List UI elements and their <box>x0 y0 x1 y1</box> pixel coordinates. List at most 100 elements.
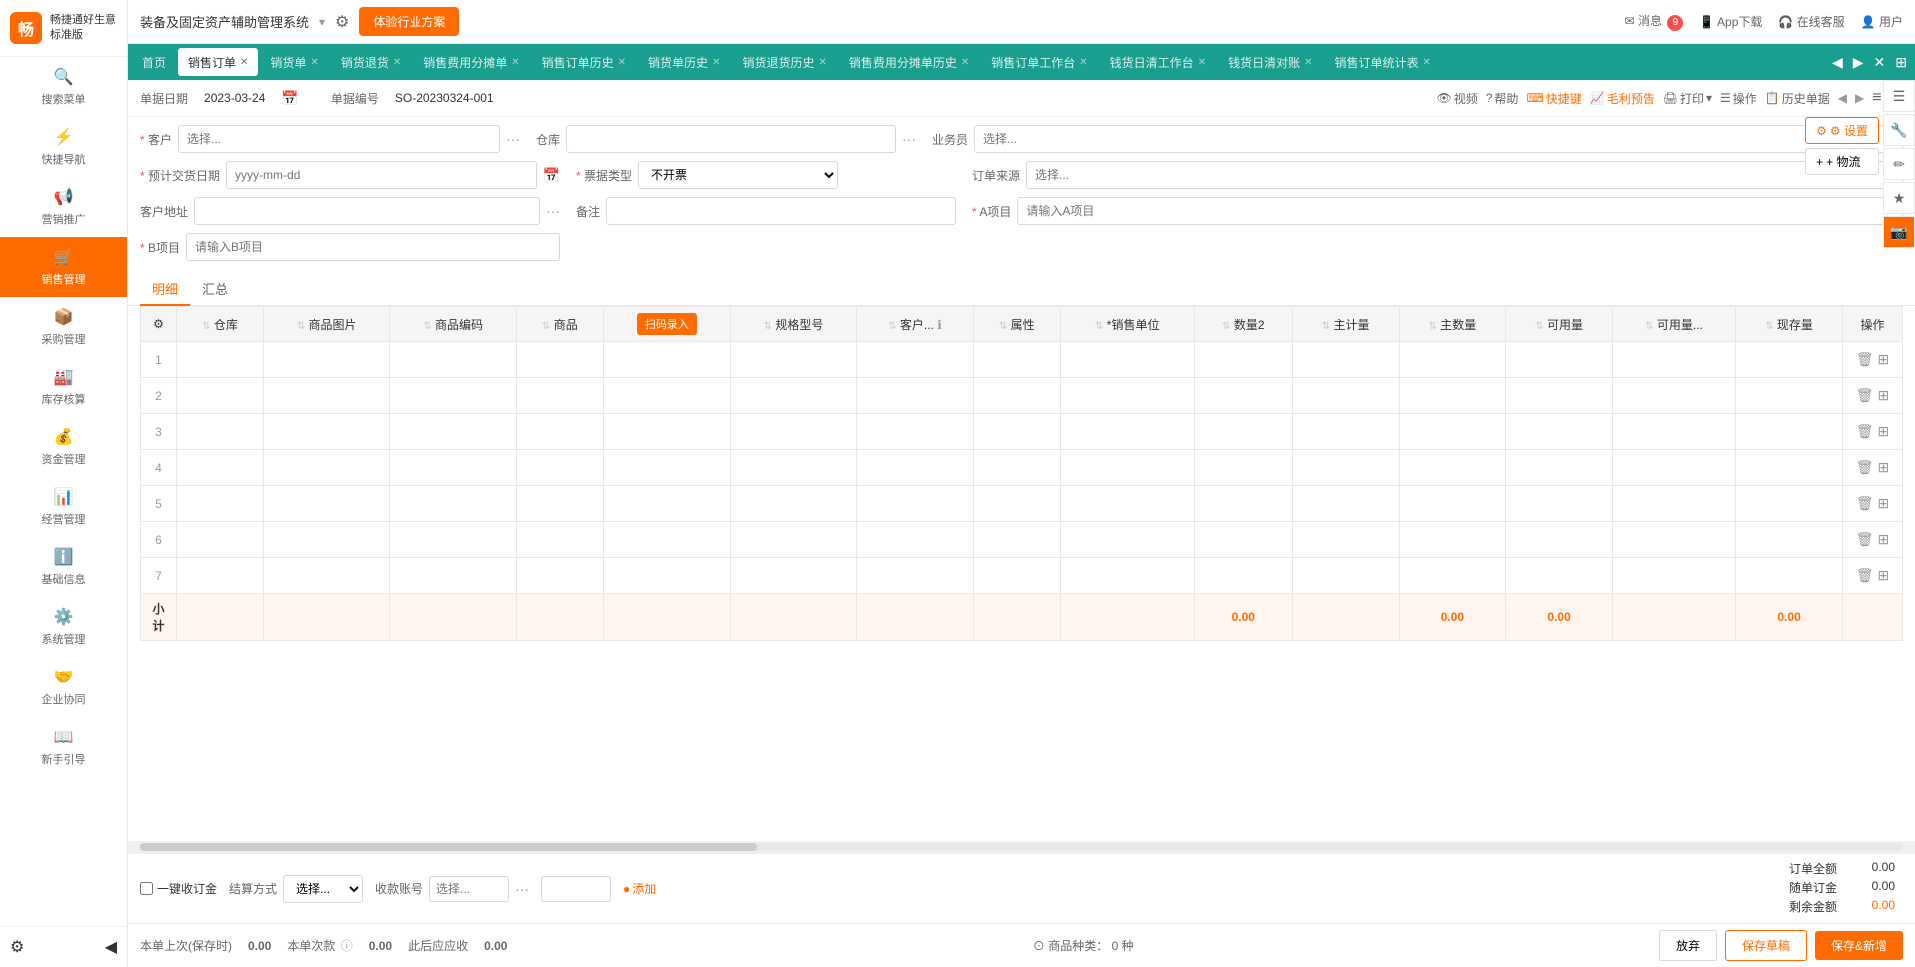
invoice-select[interactable]: 不开票 增值税发票 <box>638 161 838 189</box>
tab-goods-history[interactable]: 销货单历史 ✕ <box>638 48 730 76</box>
row-6-main-unit[interactable] <box>1292 522 1399 558</box>
tab-daily-reconcile[interactable]: 钱货日清对账 ✕ <box>1218 48 1322 76</box>
row-1-attr[interactable] <box>973 342 1060 378</box>
user-area[interactable]: 👤 用户 <box>1861 13 1903 30</box>
tab-home[interactable]: 首页 <box>132 48 176 76</box>
row-5-sales-unit[interactable] <box>1060 486 1194 522</box>
row-3-scan[interactable] <box>603 414 730 450</box>
row-4-available[interactable] <box>1506 450 1613 486</box>
th-available2[interactable]: ⇅ 可用量... <box>1612 307 1735 342</box>
row-1-product[interactable] <box>516 342 603 378</box>
row-5-code[interactable] <box>390 486 517 522</box>
row-3-spec[interactable] <box>730 414 857 450</box>
sidebar-item-finance[interactable]: 💰 资金管理 <box>0 417 127 477</box>
payment-amount-input[interactable]: 0.00 <box>541 876 611 902</box>
th-attr[interactable]: ⇅ 属性 <box>973 307 1060 342</box>
row-3-available[interactable] <box>1506 414 1613 450</box>
row-4-attr[interactable] <box>973 450 1060 486</box>
print-btn[interactable]: 🖨 打印 ▾ <box>1663 90 1712 107</box>
row-7-code[interactable] <box>390 558 517 594</box>
row-3-attr[interactable] <box>973 414 1060 450</box>
row-5-spec[interactable] <box>730 486 857 522</box>
row-7-attr[interactable] <box>973 558 1060 594</box>
row-2-attr[interactable] <box>973 378 1060 414</box>
th-sales-unit[interactable]: ⇅ *销售单位 <box>1060 307 1194 342</box>
row-1-copy-btn[interactable]: ⊞ <box>1878 351 1890 368</box>
th-available[interactable]: ⇅ 可用量 <box>1506 307 1613 342</box>
row-4-available2[interactable] <box>1612 450 1735 486</box>
right-panel-btn-1[interactable]: ☰ <box>1883 80 1915 112</box>
row-7-available2[interactable] <box>1612 558 1735 594</box>
add-material-btn[interactable]: + + 物流 <box>1805 148 1879 175</box>
row-1-customer-code[interactable] <box>857 342 973 378</box>
row-5-customer-code[interactable] <box>857 486 973 522</box>
sidebar-item-collab[interactable]: 🤝 企业协同 <box>0 657 127 717</box>
row-4-customer-code[interactable] <box>857 450 973 486</box>
scroll-thumb[interactable] <box>140 843 757 851</box>
list-view-btn[interactable]: ≡ <box>1872 89 1881 107</box>
tab-sales-order-close[interactable]: ✕ <box>240 57 248 68</box>
help-btn[interactable]: ? 帮助 <box>1486 90 1519 107</box>
tab-detail[interactable]: 明细 <box>140 273 190 306</box>
row-5-attr[interactable] <box>973 486 1060 522</box>
right-panel-btn-5[interactable]: 📷 <box>1883 216 1915 248</box>
row-1-stock[interactable] <box>1736 342 1843 378</box>
tab-order-history-close[interactable]: ✕ <box>618 57 626 68</box>
row-2-qty2[interactable] <box>1194 378 1292 414</box>
row-6-img[interactable] <box>263 522 390 558</box>
operate-btn[interactable]: ☰ 操作 <box>1720 90 1757 107</box>
add-payment-btn[interactable]: ● 添加 <box>623 880 656 897</box>
row-1-code[interactable] <box>390 342 517 378</box>
row-7-main-qty[interactable] <box>1399 558 1506 594</box>
remark-input[interactable] <box>606 197 956 225</box>
row-5-main-qty[interactable] <box>1399 486 1506 522</box>
tab-daily-workbench-close[interactable]: ✕ <box>1198 57 1206 68</box>
account-dots-btn[interactable]: ··· <box>515 881 529 897</box>
row-3-delete-btn[interactable]: 🗑 <box>1856 423 1874 440</box>
tab-expense-history[interactable]: 销售费用分摊单历史 ✕ <box>839 48 979 76</box>
row-4-main-qty[interactable] <box>1399 450 1506 486</box>
row-7-stock[interactable] <box>1736 558 1843 594</box>
row-3-main-qty[interactable] <box>1399 414 1506 450</box>
row-2-spec[interactable] <box>730 378 857 414</box>
payment-method-select[interactable]: 选择... <box>283 875 363 903</box>
history-btn[interactable]: 📋 历史单据 <box>1765 90 1830 107</box>
tab-prev-btn[interactable]: ◀ <box>1828 52 1847 73</box>
row-3-sales-unit[interactable] <box>1060 414 1194 450</box>
tab-sales-order[interactable]: 销售订单 ✕ <box>178 48 258 76</box>
warehouse-input[interactable]: 成品库 <box>566 125 896 153</box>
right-panel-btn-3[interactable]: ✏ <box>1883 148 1915 180</box>
row-4-warehouse[interactable] <box>177 450 264 486</box>
customer-input[interactable] <box>178 125 500 153</box>
calendar-icon[interactable]: 📅 <box>281 90 298 107</box>
b-project-input[interactable] <box>186 233 560 261</box>
scan-entry-btn[interactable]: 扫码录入 <box>637 313 697 335</box>
row-6-available2[interactable] <box>1612 522 1735 558</box>
sidebar-item-basic[interactable]: ℹ️ 基础信息 <box>0 537 127 597</box>
row-3-stock[interactable] <box>1736 414 1843 450</box>
row-4-product[interactable] <box>516 450 603 486</box>
form-nav-next[interactable]: ▶ <box>1855 91 1864 105</box>
row-4-delete-btn[interactable]: 🗑 <box>1856 459 1874 476</box>
row-1-available[interactable] <box>1506 342 1613 378</box>
row-7-customer-code[interactable] <box>857 558 973 594</box>
th-scan[interactable]: 扫码录入 <box>603 307 730 342</box>
th-product-code[interactable]: ⇅ 商品编码 <box>390 307 517 342</box>
tab-expense-split-close[interactable]: ✕ <box>511 57 519 68</box>
row-2-code[interactable] <box>390 378 517 414</box>
row-5-warehouse[interactable] <box>177 486 264 522</box>
order-source-input[interactable] <box>1026 161 1903 189</box>
row-6-main-qty[interactable] <box>1399 522 1506 558</box>
view-btn[interactable]: 👁 视频 <box>1436 90 1477 107</box>
row-7-main-unit[interactable] <box>1292 558 1399 594</box>
tab-return-close[interactable]: ✕ <box>393 57 401 68</box>
row-1-available2[interactable] <box>1612 342 1735 378</box>
row-7-product[interactable] <box>516 558 603 594</box>
online-service-btn[interactable]: 🎧 在线客服 <box>1778 13 1844 30</box>
a-project-input[interactable] <box>1017 197 1903 225</box>
row-5-available[interactable] <box>1506 486 1613 522</box>
sidebar-item-purchase[interactable]: 📦 采购管理 <box>0 297 127 357</box>
row-5-product[interactable] <box>516 486 603 522</box>
tab-return-history-close[interactable]: ✕ <box>818 57 826 68</box>
settings-gear-icon[interactable]: ⚙ <box>10 937 24 957</box>
